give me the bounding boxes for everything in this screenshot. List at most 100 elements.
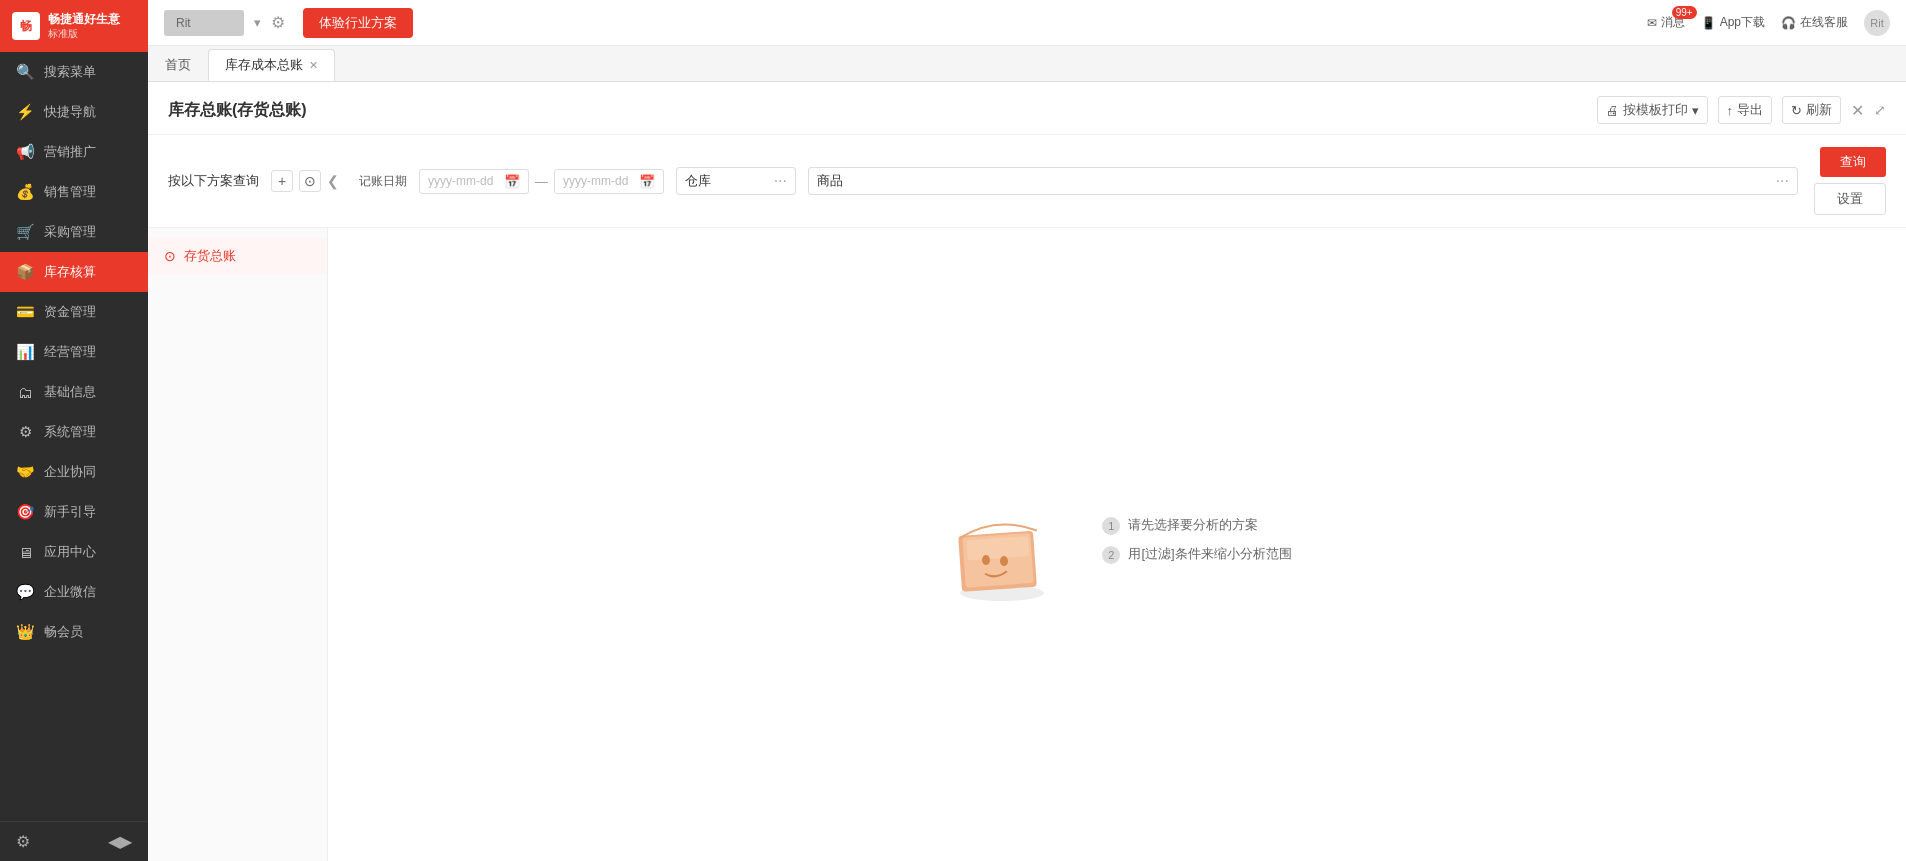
app-logo: 畅 畅捷通好生意 标准版 [0,0,148,52]
page-title: 库存总账(存货总账) [168,100,307,121]
sidebar-item-marketing[interactable]: 📢 营销推广 [0,132,148,172]
sidebar-item-search[interactable]: 🔍搜索菜单 [0,52,148,92]
sidebar-icon-purchase: 🛒 [16,223,34,241]
sidebar-item-basic[interactable]: 🗂基础信息 [0,372,148,412]
step-1-text: 请先选择要分析的方案 [1128,516,1258,534]
date-start-input[interactable]: yyyy-mm-dd 📅 [419,169,529,194]
product-more-icon: ··· [1776,172,1789,190]
print-dropdown-icon: ▾ [1692,103,1699,118]
tab-inventory-cost-label: 库存成本总账 [225,56,303,74]
scheme-item-icon: ⊙ [164,248,176,264]
scheme-item-label: 存货总账 [184,247,236,265]
sidebar-icon-inventory: 📦 [16,263,34,281]
tab-inventory-cost[interactable]: 库存成本总账 ✕ [208,49,335,81]
sidebar-icon-shortcut: ⚡ [16,103,34,121]
content-close-icon[interactable]: ✕ [1851,101,1864,120]
topbar: Rit ▾ ⚙ 体验行业方案 ✉ 消息 99+ 📱 App下载 🎧 在线客服 R… [148,0,1906,46]
content-resize-icon[interactable]: ⤢ [1874,102,1886,118]
sidebar-item-purchase[interactable]: 🛒 采购管理 [0,212,148,252]
date-label: 记账日期 [359,173,407,190]
scheme-panel: ⊙ 存货总账 [148,228,328,861]
date-end-input[interactable]: yyyy-mm-dd 📅 [554,169,664,194]
sidebar-icon-guide: 🎯 [16,503,34,521]
sidebar-item-finance[interactable]: 💳资金管理 [0,292,148,332]
filter-actions: + ⊙ ❮ [271,170,339,192]
refresh-btn[interactable]: ↻ 刷新 [1782,96,1841,124]
phone-icon: 📱 [1701,16,1716,30]
topbar-gear-icon[interactable]: ⚙ [271,13,285,32]
sidebar-icon-marketing: 📢 [16,143,34,161]
scheme-item-inventory[interactable]: ⊙ 存货总账 [148,238,327,274]
printer-icon: 🖨 [1606,103,1619,118]
user-selector[interactable]: Rit [164,10,244,36]
calendar-start-icon: 📅 [504,174,520,189]
refresh-icon: ↻ [1791,103,1802,118]
empty-step-2: 2 用[过滤]条件来缩小分析范围 [1102,545,1291,564]
sidebar-label-basic: 基础信息 [44,383,96,401]
search-buttons: 查询 设置 [1810,147,1886,215]
sidebar-item-guide[interactable]: 🎯 新手引导 [0,492,148,532]
logo-text: 畅捷通好生意 标准版 [48,12,120,41]
tabbar: 首页 库存成本总账 ✕ [148,46,1906,82]
sidebar-icon-apps: 🖥 [16,544,34,561]
warehouse-selector[interactable]: 仓库 ··· [676,167,796,195]
step-1-num: 1 [1102,517,1120,535]
page-header: 库存总账(存货总账) 🖨 按模板打印 ▾ ↑ 导出 ↻ 刷新 ✕ ⤢ [148,82,1906,135]
tab-home-label: 首页 [165,56,191,74]
sidebar-label-operation: 经营管理 [44,343,96,361]
sidebar-icon-sales: 💰 [16,183,34,201]
sidebar-item-wechat[interactable]: 💬企业微信 [0,572,148,612]
sidebar-item-operation[interactable]: 📊 经营管理 [0,332,148,372]
page-actions: 🖨 按模板打印 ▾ ↑ 导出 ↻ 刷新 ✕ ⤢ [1597,96,1887,124]
export-btn[interactable]: ↑ 导出 [1718,96,1773,124]
online-service-btn[interactable]: 🎧 在线客服 [1781,14,1848,31]
empty-state: 1 请先选择要分析的方案 2 用[过滤]条件来缩小分析范围 [328,228,1906,861]
setting-btn[interactable]: 设置 [1814,183,1886,215]
sidebar-item-system[interactable]: ⚙系统管理 [0,412,148,452]
sidebar-item-shortcut[interactable]: ⚡快捷导航 [0,92,148,132]
sidebar-label-purchase: 采购管理 [44,223,96,241]
sidebar-icon-operation: 📊 [16,343,34,361]
search-btn[interactable]: 查询 [1820,147,1886,177]
sidebar-icon-member: 👑 [16,623,34,641]
filter-collapse-icon[interactable]: ❮ [327,173,339,189]
sidebar-label-cooperation: 企业协同 [44,463,96,481]
sidebar-label-system: 系统管理 [44,423,96,441]
sidebar-label-finance: 资金管理 [44,303,96,321]
sidebar-item-cooperation[interactable]: 🤝企业协同 [0,452,148,492]
sidebar-label-sales: 销售管理 [44,183,96,201]
message-badge: 99+ [1672,6,1697,19]
empty-text-group: 1 请先选择要分析的方案 2 用[过滤]条件来缩小分析范围 [1102,516,1291,574]
message-btn[interactable]: ✉ 消息 99+ [1647,14,1685,31]
sidebar-label-guide: 新手引导 [44,503,96,521]
app-download-btn[interactable]: 📱 App下载 [1701,14,1765,31]
sidebar-label-inventory: 库存核算 [44,263,96,281]
user-dropdown-icon[interactable]: ▾ [254,15,261,30]
message-icon: ✉ [1647,16,1657,30]
print-btn[interactable]: 🖨 按模板打印 ▾ [1597,96,1708,124]
empty-illustration [942,485,1062,605]
sidebar-item-apps[interactable]: 🖥应用中心 [0,532,148,572]
headset-icon: 🎧 [1781,16,1796,30]
filter-scheme-btn[interactable]: ⊙ [299,170,321,192]
filter-add-btn[interactable]: + [271,170,293,192]
filter-label: 按以下方案查询 [168,172,259,190]
content-body: ⊙ 存货总账 [148,228,1906,861]
logo-icon: 畅 [12,12,40,40]
tab-close-icon[interactable]: ✕ [309,59,318,72]
sidebar: 畅 畅捷通好生意 标准版 🔍搜索菜单⚡快捷导航 📢 营销推广 💰 销售管理 🛒 采购管理 📦 库… [0,0,148,861]
product-selector[interactable]: 商品 ··· [808,167,1798,195]
industry-btn[interactable]: 体验行业方案 [303,8,413,38]
sidebar-label-member: 畅会员 [44,623,83,641]
content-area: 库存总账(存货总账) 🖨 按模板打印 ▾ ↑ 导出 ↻ 刷新 ✕ ⤢ [148,82,1906,861]
date-range: yyyy-mm-dd 📅 — yyyy-mm-dd 📅 [419,169,664,194]
calendar-end-icon: 📅 [639,174,655,189]
collapse-icon[interactable]: ◀▶ [108,832,132,851]
sidebar-item-sales[interactable]: 💰 销售管理 [0,172,148,212]
settings-icon[interactable]: ⚙ [16,832,30,851]
sidebar-label-marketing: 营销推广 [44,143,96,161]
tab-home[interactable]: 首页 [148,49,208,81]
sidebar-item-inventory[interactable]: 📦 库存核算 [0,252,148,292]
user-avatar[interactable]: Rit [1864,10,1890,36]
sidebar-item-member[interactable]: 👑 畅会员 [0,612,148,652]
